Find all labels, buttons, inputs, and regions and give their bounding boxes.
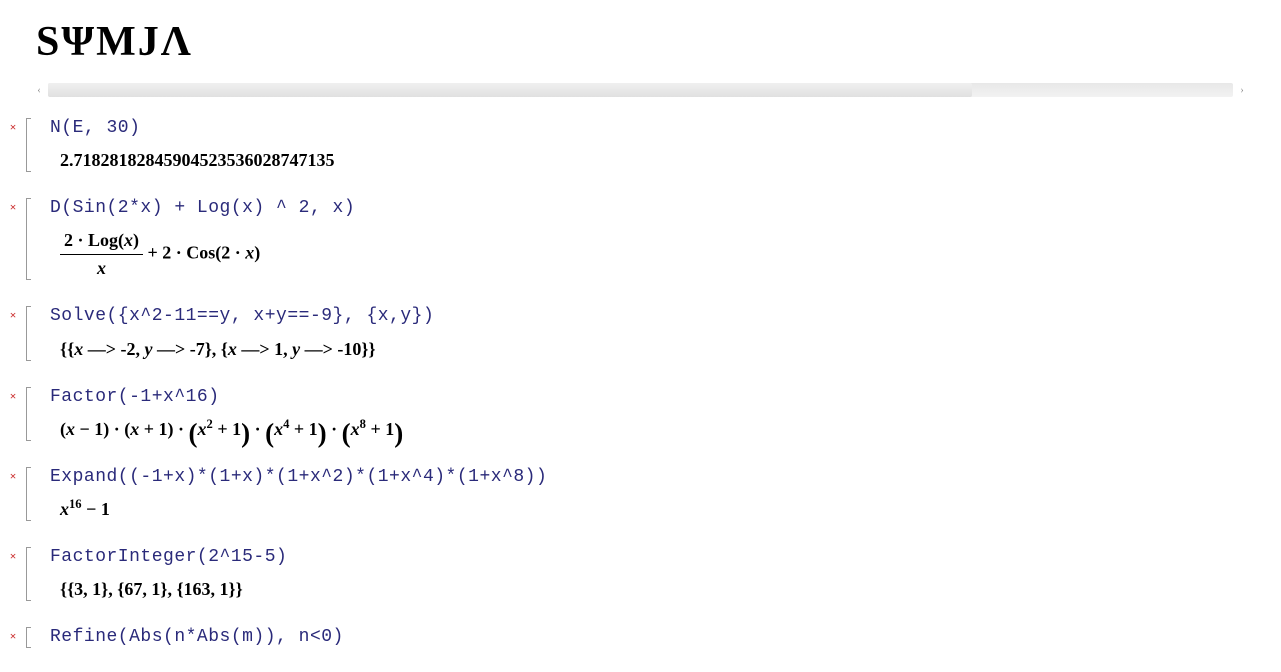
- scroll-track[interactable]: [48, 83, 1233, 97]
- cell: × Refine(Abs(n*Abs(m)), n<0): [6, 625, 1281, 650]
- logo-text: SΨMJΛ: [36, 18, 193, 66]
- cell-bracket: [26, 467, 31, 521]
- cell-list: × N(E, 30)2.71828182845904523536028747135…: [0, 110, 1281, 650]
- cell-bracket: [26, 387, 31, 441]
- cell-output: {{x —> -2, y —> -7}, {x —> 1, y —> -10}}: [50, 330, 1281, 363]
- scroll-left-arrow[interactable]: ‹: [30, 83, 48, 97]
- cell-bracket: [26, 306, 31, 360]
- cell-input[interactable]: Factor(-1+x^16): [50, 385, 1281, 410]
- close-cell-button[interactable]: ×: [6, 200, 20, 214]
- cell-input[interactable]: N(E, 30): [50, 116, 1281, 141]
- cell-bracket: [26, 198, 31, 280]
- close-cell-button[interactable]: ×: [6, 120, 20, 134]
- cell: × N(E, 30)2.71828182845904523536028747135: [6, 116, 1281, 174]
- close-cell-button[interactable]: ×: [6, 308, 20, 322]
- cell-output: x16 − 1: [50, 490, 1281, 523]
- app-logo: SΨMJΛ: [0, 0, 1281, 82]
- cell-bracket: [26, 547, 31, 601]
- cell: × Expand((-1+x)*(1+x)*(1+x^2)*(1+x^4)*(1+…: [6, 465, 1281, 523]
- cell: × Factor(-1+x^16)(x − 1) · (x + 1) · (x2 …: [6, 385, 1281, 443]
- scroll-right-arrow[interactable]: ›: [1233, 83, 1251, 97]
- cell-output: 2.71828182845904523536028747135: [50, 141, 1281, 174]
- cell-input[interactable]: FactorInteger(2^15-5): [50, 545, 1281, 570]
- cell: × Solve({x^2-11==y, x+y==-9}, {x,y}){{x —…: [6, 304, 1281, 362]
- cell-input[interactable]: Expand((-1+x)*(1+x)*(1+x^2)*(1+x^4)*(1+x…: [50, 465, 1281, 490]
- cell: × D(Sin(2*x) + Log(x) ^ 2, x)2 · Log(x)x …: [6, 196, 1281, 282]
- scroll-thumb[interactable]: [48, 83, 972, 97]
- close-cell-button[interactable]: ×: [6, 469, 20, 483]
- cell-bracket: [26, 627, 31, 648]
- cell-input[interactable]: Refine(Abs(n*Abs(m)), n<0): [50, 625, 1281, 650]
- cell-output: (x − 1) · (x + 1) · (x2 + 1) · (x4 + 1) …: [50, 410, 1281, 443]
- cell-output: 2 · Log(x)x + 2 · Cos(2 · x): [50, 221, 1281, 282]
- close-cell-button[interactable]: ×: [6, 629, 20, 643]
- cell-output: {{3, 1}, {67, 1}, {163, 1}}: [50, 570, 1281, 603]
- cell-input[interactable]: D(Sin(2*x) + Log(x) ^ 2, x): [50, 196, 1281, 221]
- horizontal-scrollbar[interactable]: ‹ ›: [0, 82, 1281, 98]
- close-cell-button[interactable]: ×: [6, 389, 20, 403]
- cell-bracket: [26, 118, 31, 172]
- cell-input[interactable]: Solve({x^2-11==y, x+y==-9}, {x,y}): [50, 304, 1281, 329]
- cell: × FactorInteger(2^15-5){{3, 1}, {67, 1}, …: [6, 545, 1281, 603]
- close-cell-button[interactable]: ×: [6, 549, 20, 563]
